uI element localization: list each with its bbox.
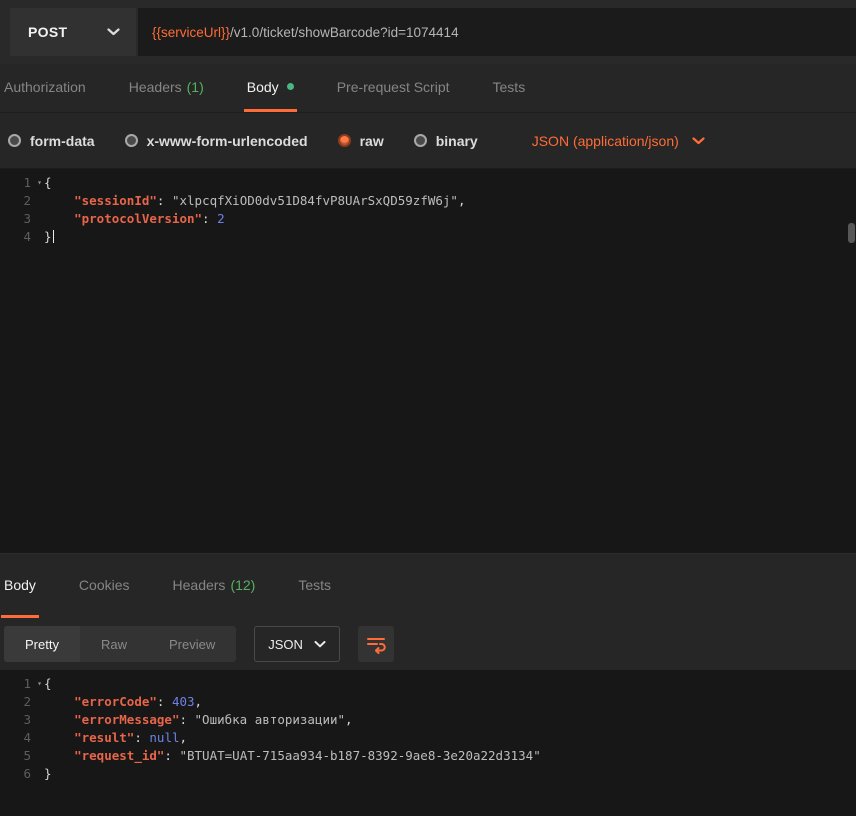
url-input[interactable]: {{serviceUrl}}/v1.0/ticket/showBarcode?i…: [138, 8, 856, 56]
code-line: 3 "errorMessage": "Ошибка авторизации",: [0, 711, 856, 729]
request-body-editor[interactable]: 1 ▾{2 "sessionId": "xlpcqfXiOD0dv51D84fvP…: [0, 169, 856, 553]
headers-count-badge: (1): [186, 78, 204, 95]
method-chevron-icon: [107, 28, 120, 36]
body-tab-green-dot: [286, 83, 294, 90]
radio-circle: [413, 134, 427, 147]
tab-response-body[interactable]: Body: [1, 554, 39, 618]
tab-headers[interactable]: Headers (1): [126, 64, 207, 112]
radio-circle: [124, 134, 138, 147]
content-type-label: JSON (application/json): [531, 132, 679, 149]
tab-body[interactable]: Body: [243, 64, 297, 112]
request-url-bar: POST {{serviceUrl}}/v1.0/ticket/showBarc…: [0, 0, 856, 64]
raw-button[interactable]: Raw: [80, 626, 148, 662]
code-text: "sessionId": "xlpcqfXiOD0dv51D84fvP8UArS…: [74, 193, 466, 208]
format-chevron-icon: [314, 640, 326, 647]
code-text: "errorMessage": "Ошибка авторизации",: [74, 712, 353, 727]
wrap-lines-button[interactable]: [357, 626, 394, 662]
code-text: }: [44, 229, 54, 244]
code-line: 3 "protocolVersion": 2: [0, 210, 856, 228]
radio-x-www-form-urlencoded[interactable]: x-www-form-urlencoded: [124, 132, 308, 149]
code-line: 4 "result": null,: [0, 729, 856, 747]
tab-label: Body: [4, 576, 36, 593]
code-line: 2 "sessionId": "xlpcqfXiOD0dv51D84fvP8UA…: [0, 192, 856, 210]
radio-circle: [337, 134, 351, 147]
radio-circle: [8, 134, 21, 147]
code-text: "result": null,: [74, 730, 188, 745]
radio-label: raw: [359, 132, 384, 149]
response-format-label: JSON: [268, 636, 303, 652]
tab-pre-request-script[interactable]: Pre-request Script: [334, 64, 453, 112]
line-number: 2: [23, 193, 31, 208]
code-line: 2 "errorCode": 403,: [0, 693, 856, 711]
tab-tests[interactable]: Tests: [490, 64, 529, 112]
tab-response-cookies[interactable]: Cookies: [76, 554, 133, 618]
text-cursor: [52, 230, 54, 243]
request-tabs: Authorization Headers (1) Body Pre-reque…: [0, 64, 856, 113]
editor-scrollbar-thumb[interactable]: [848, 223, 855, 243]
tab-label: Pre-request Script: [336, 78, 450, 95]
code-line: 6}: [0, 765, 856, 783]
code-text: {: [44, 676, 52, 691]
response-toolbar: Pretty Raw Preview JSON: [0, 618, 856, 670]
line-number: 1 ▾: [23, 675, 42, 693]
line-number: 4: [23, 229, 31, 244]
radio-raw[interactable]: raw: [337, 132, 384, 149]
radio-binary[interactable]: binary: [413, 132, 478, 149]
code-line: 1 ▾{: [0, 174, 856, 192]
code-line: 4}: [0, 228, 856, 246]
wrap-text-icon: [366, 638, 386, 654]
response-headers-count-badge: (12): [230, 576, 256, 593]
code-text: "request_id": "BTUAT=UAT-715aa934-b187-8…: [74, 748, 541, 763]
tab-label: Body: [246, 78, 279, 95]
preview-button[interactable]: Preview: [148, 626, 236, 662]
code-text: "errorCode": 403,: [74, 694, 203, 709]
tab-label: Authorization: [4, 78, 86, 95]
response-tabs: Body Cookies Headers (12) Tests: [0, 553, 856, 618]
content-type-dropdown[interactable]: JSON (application/json): [532, 133, 705, 149]
url-variable: {{serviceUrl}}: [152, 24, 231, 40]
line-number: 6: [23, 766, 31, 781]
tab-response-headers[interactable]: Headers (12): [170, 554, 259, 618]
code-line: 1 ▾{: [0, 675, 856, 693]
fold-arrow-icon[interactable]: ▾: [37, 675, 42, 693]
line-number: 3: [23, 712, 31, 727]
line-number: 3: [23, 211, 31, 226]
method-selector[interactable]: POST: [10, 8, 136, 56]
postman-app: POST {{serviceUrl}}/v1.0/ticket/showBarc…: [0, 0, 856, 816]
pretty-label: Pretty: [25, 636, 59, 652]
tab-label: Cookies: [78, 576, 130, 593]
line-number: 5: [23, 748, 31, 763]
line-number: 2: [23, 694, 31, 709]
fold-arrow-icon[interactable]: ▾: [37, 174, 42, 192]
preview-label: Preview: [168, 636, 216, 652]
code-text: }: [44, 766, 52, 781]
line-number: 1 ▾: [23, 174, 42, 192]
radio-label: form-data: [30, 132, 95, 149]
response-format-dropdown[interactable]: JSON: [254, 626, 340, 662]
line-number: 4: [23, 730, 31, 745]
radio-label: binary: [435, 132, 478, 149]
tab-label: Tests: [492, 78, 526, 95]
pretty-button[interactable]: Pretty: [4, 626, 80, 662]
code-text: {: [44, 175, 52, 190]
code-text: "protocolVersion": 2: [74, 211, 225, 226]
tab-label: Tests: [298, 576, 332, 593]
tab-authorization[interactable]: Authorization: [1, 64, 89, 112]
method-label: POST: [28, 24, 68, 40]
response-body-editor[interactable]: 1 ▾{2 "errorCode": 403, 3 "errorMessage": …: [0, 670, 856, 816]
content-type-chevron-icon: [692, 136, 705, 144]
url-path: /v1.0/ticket/showBarcode?id=1074414: [230, 24, 459, 40]
tab-label: Headers: [128, 78, 182, 95]
tab-label: Headers: [172, 576, 226, 593]
radio-label: x-www-form-urlencoded: [146, 132, 308, 149]
radio-form-data[interactable]: form-data: [8, 133, 95, 149]
raw-label: Raw: [100, 636, 127, 652]
code-line: 5 "request_id": "BTUAT=UAT-715aa934-b187…: [0, 747, 856, 765]
response-view-switch: Pretty Raw Preview: [4, 626, 237, 662]
body-mode-row: form-data x-www-form-urlencoded raw bina…: [0, 113, 856, 169]
tab-response-tests[interactable]: Tests: [295, 554, 334, 618]
